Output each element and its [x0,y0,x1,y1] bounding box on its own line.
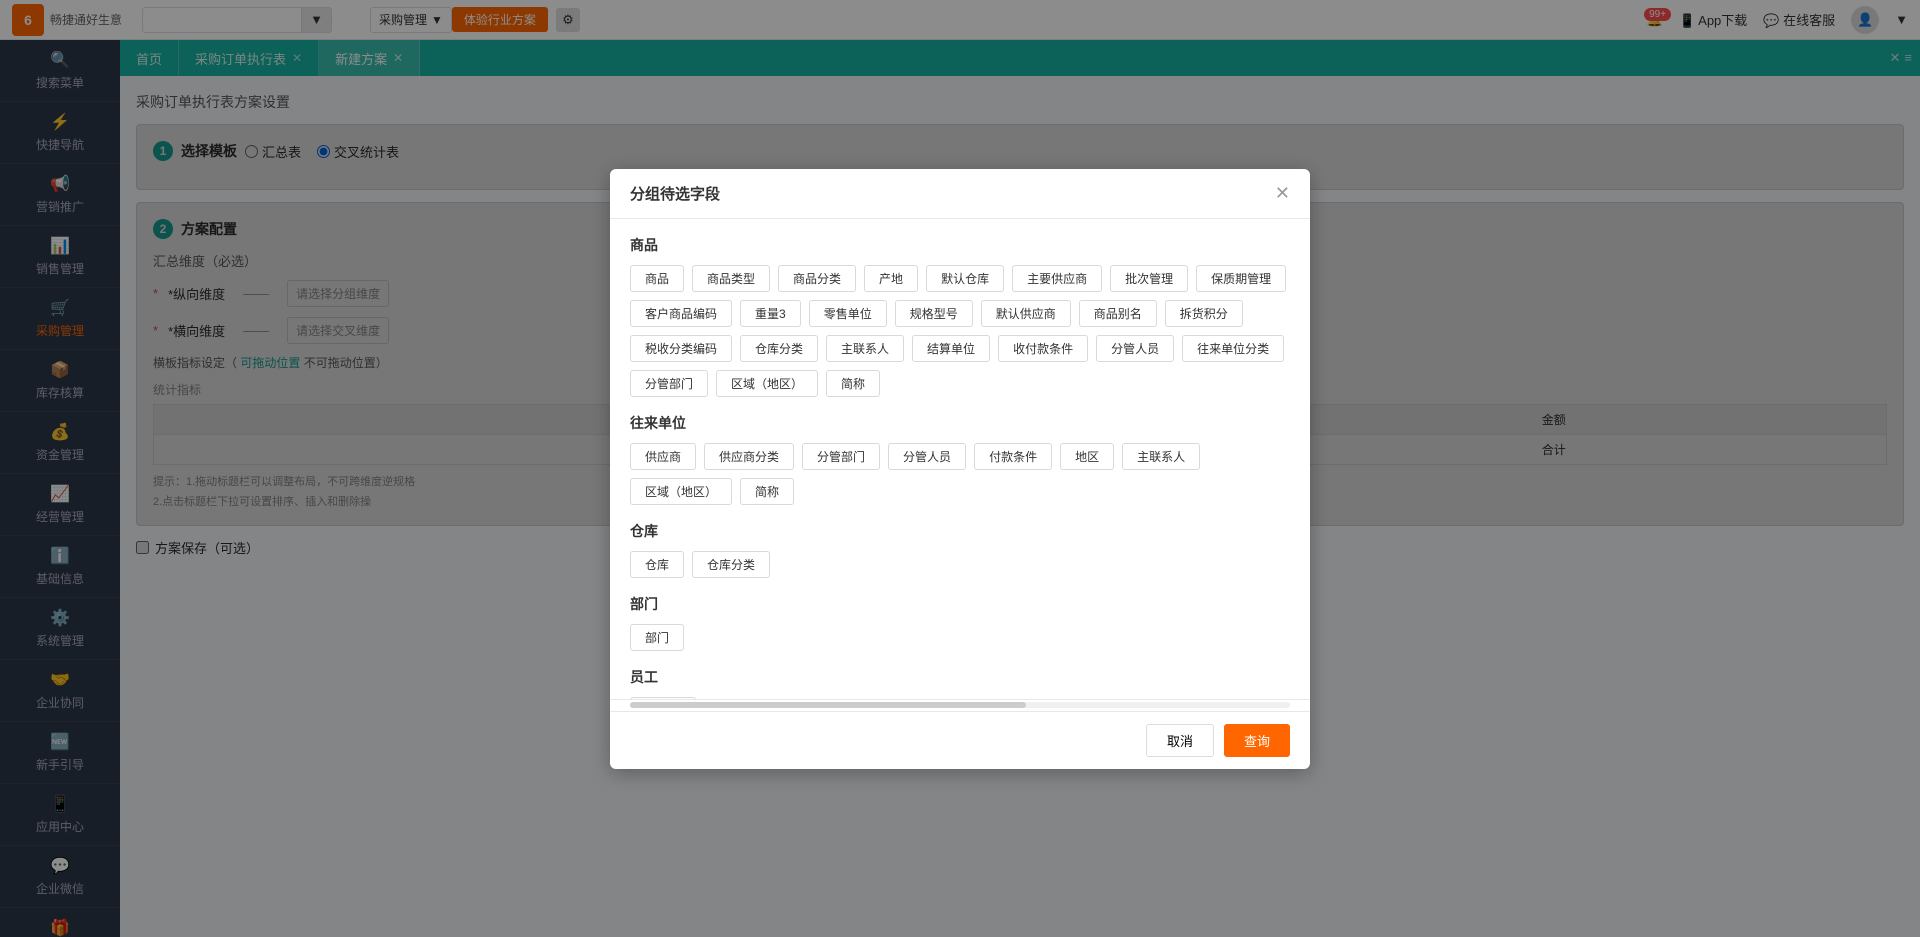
field-tag-warehouse-category[interactable]: 仓库分类 [740,335,818,362]
field-tag-tax-code[interactable]: 税收分类编码 [630,335,732,362]
field-tag-default-warehouse[interactable]: 默认仓库 [926,265,1004,292]
field-tag-area[interactable]: 地区 [1060,443,1114,470]
field-tag-contact-person[interactable]: 主联系人 [1122,443,1200,470]
field-tag-warehouse-cat[interactable]: 仓库分类 [692,551,770,578]
dialog-body: 商品 商品 商品类型 商品分类 产地 默认仓库 主要供应商 批次管理 保质期管理… [610,219,1310,699]
field-tag-supervise-dept[interactable]: 分管部门 [630,370,708,397]
field-tag-supervisor-partner[interactable]: 分管人员 [888,443,966,470]
field-tag-partner-category[interactable]: 往来单位分类 [1182,335,1284,362]
field-group-warehouse-title: 仓库 [630,521,1290,541]
field-select-dialog: 分组待选字段 ✕ 商品 商品 商品类型 商品分类 产地 默认仓库 主要供应商 批… [610,169,1310,769]
field-group-product-title: 商品 [630,235,1290,255]
dialog-overlay: 分组待选字段 ✕ 商品 商品 商品类型 商品分类 产地 默认仓库 主要供应商 批… [0,0,1920,937]
field-tag-region-partner[interactable]: 区域（地区） [630,478,732,505]
field-tag-main-contact[interactable]: 主联系人 [826,335,904,362]
field-tag-shelf-life[interactable]: 保质期管理 [1196,265,1286,292]
field-tag-short-name-product[interactable]: 简称 [826,370,880,397]
field-tag-region-product[interactable]: 区域（地区） [716,370,818,397]
field-tag-supplier[interactable]: 供应商 [630,443,696,470]
field-tag-supplier-category[interactable]: 供应商分类 [704,443,794,470]
confirm-button[interactable]: 查询 [1224,724,1290,757]
dialog-title: 分组待选字段 [630,183,720,204]
field-tags-warehouse: 仓库 仓库分类 [630,551,1290,578]
dialog-footer: 取消 查询 [610,711,1310,769]
field-tag-product-alias[interactable]: 商品别名 [1079,300,1157,327]
field-tag-warehouse[interactable]: 仓库 [630,551,684,578]
field-tag-product-type[interactable]: 商品类型 [692,265,770,292]
field-tag-dept[interactable]: 分管部门 [802,443,880,470]
field-tag-origin[interactable]: 产地 [864,265,918,292]
field-tag-product-category[interactable]: 商品分类 [778,265,856,292]
field-tag-weight3[interactable]: 重量3 [740,300,801,327]
field-tag-customer-code[interactable]: 客户商品编码 [630,300,732,327]
field-tag-payment-cond[interactable]: 付款条件 [974,443,1052,470]
dialog-scrollbar-area [610,699,1310,711]
scrollbar-thumb [630,702,1026,708]
dialog-close-button[interactable]: ✕ [1275,184,1290,202]
field-tags-partner: 供应商 供应商分类 分管部门 分管人员 付款条件 地区 主联系人 区域（地区） … [630,443,1290,505]
cancel-button[interactable]: 取消 [1146,724,1214,757]
field-group-employee: 员工 业务员 [630,667,1290,699]
field-tag-split-points[interactable]: 拆货积分 [1165,300,1243,327]
field-tag-settle-unit[interactable]: 结算单位 [912,335,990,362]
field-tag-payment-terms[interactable]: 收付款条件 [998,335,1088,362]
horizontal-scrollbar[interactable] [630,702,1290,708]
field-tags-product: 商品 商品类型 商品分类 产地 默认仓库 主要供应商 批次管理 保质期管理 客户… [630,265,1290,397]
field-group-department-title: 部门 [630,594,1290,614]
field-group-warehouse: 仓库 仓库 仓库分类 [630,521,1290,578]
field-group-employee-title: 员工 [630,667,1290,687]
field-tag-batch-mgmt[interactable]: 批次管理 [1110,265,1188,292]
field-tags-department: 部门 [630,624,1290,651]
field-group-product: 商品 商品 商品类型 商品分类 产地 默认仓库 主要供应商 批次管理 保质期管理… [630,235,1290,397]
field-tag-default-supplier[interactable]: 默认供应商 [981,300,1071,327]
field-tag-product[interactable]: 商品 [630,265,684,292]
field-group-department: 部门 部门 [630,594,1290,651]
field-tag-department[interactable]: 部门 [630,624,684,651]
field-group-partner: 往来单位 供应商 供应商分类 分管部门 分管人员 付款条件 地区 主联系人 区域… [630,413,1290,505]
field-tag-main-supplier[interactable]: 主要供应商 [1012,265,1102,292]
field-tag-short-name-partner[interactable]: 简称 [740,478,794,505]
field-tag-supervisor[interactable]: 分管人员 [1096,335,1174,362]
field-tag-spec-model[interactable]: 规格型号 [895,300,973,327]
field-tag-retail-unit[interactable]: 零售单位 [809,300,887,327]
dialog-header: 分组待选字段 ✕ [610,169,1310,219]
field-group-partner-title: 往来单位 [630,413,1290,433]
